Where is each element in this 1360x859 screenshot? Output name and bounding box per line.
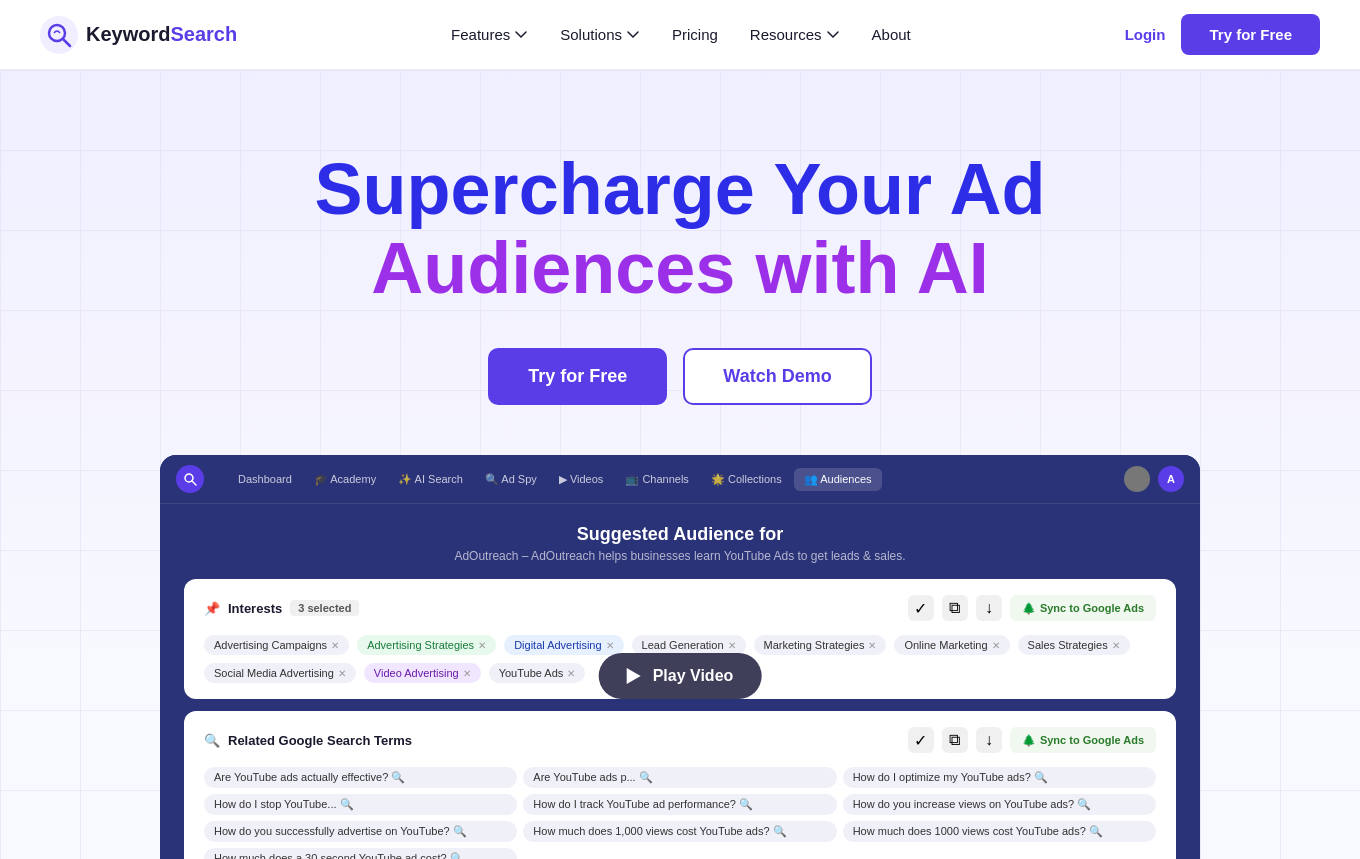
play-icon bbox=[627, 668, 641, 684]
term-1: Are YouTube ads actually effective? 🔍 bbox=[204, 767, 517, 788]
related-terms-header: 🔍 Related Google Search Terms ✓ ⧉ ↓ 🌲 Sy… bbox=[204, 727, 1156, 753]
tag-lead-generation: Lead Generation ✕ bbox=[632, 635, 746, 655]
app-topbar: Dashboard 🎓 Academy ✨ AI Search 🔍 Ad Spy… bbox=[160, 455, 1200, 504]
try-free-hero-button[interactable]: Try for Free bbox=[488, 348, 667, 405]
tag-social-media-advertising: Social Media Advertising ✕ bbox=[204, 663, 356, 683]
related-terms-card: 🔍 Related Google Search Terms ✓ ⧉ ↓ 🌲 Sy… bbox=[184, 711, 1176, 859]
navbar: KeywordSearch Features Solutions Pricing… bbox=[0, 0, 1360, 70]
related-check-action[interactable]: ✓ bbox=[908, 727, 934, 753]
hero-section: Supercharge Your Ad Audiences with AI Tr… bbox=[0, 70, 1360, 859]
nav-features[interactable]: Features bbox=[451, 26, 528, 43]
tag-marketing-strategies: Marketing Strategies ✕ bbox=[754, 635, 887, 655]
hero-content: Supercharge Your Ad Audiences with AI Tr… bbox=[40, 150, 1320, 859]
related-sync-button[interactable]: 🌲 Sync to Google Ads bbox=[1010, 727, 1156, 753]
app-preview: Dashboard 🎓 Academy ✨ AI Search 🔍 Ad Spy… bbox=[160, 455, 1200, 859]
term-4: How do I stop YouTube... 🔍 bbox=[204, 794, 517, 815]
tag-sales-strategies: Sales Strategies ✕ bbox=[1018, 635, 1130, 655]
interests-download-action[interactable]: ↓ bbox=[976, 595, 1002, 621]
term-10: How much does a 30 second YouTube ad cos… bbox=[204, 848, 517, 859]
app-nav-videos[interactable]: ▶ Videos bbox=[549, 468, 614, 491]
app-nav-audiences[interactable]: 👥 Audiences bbox=[794, 468, 882, 491]
app-section-title: Suggested Audience for bbox=[184, 524, 1176, 545]
interests-count-badge: 3 selected bbox=[290, 600, 359, 616]
app-nav-academy[interactable]: 🎓 Academy bbox=[304, 468, 386, 491]
app-logo-area bbox=[176, 465, 204, 493]
app-preview-wrapper: Dashboard 🎓 Academy ✨ AI Search 🔍 Ad Spy… bbox=[40, 455, 1320, 859]
interests-title: 📌 Interests 3 selected bbox=[204, 600, 359, 616]
app-nav-items: Dashboard 🎓 Academy ✨ AI Search 🔍 Ad Spy… bbox=[228, 468, 1124, 491]
app-section-sub: AdOutreach – AdOutreach helps businesses… bbox=[184, 549, 1176, 563]
term-2: Are YouTube ads p... 🔍 bbox=[523, 767, 836, 788]
logo-link[interactable]: KeywordSearch bbox=[40, 16, 237, 54]
related-download-action[interactable]: ↓ bbox=[976, 727, 1002, 753]
try-free-nav-button[interactable]: Try for Free bbox=[1181, 14, 1320, 55]
interests-sync-button[interactable]: 🌲 Sync to Google Ads bbox=[1010, 595, 1156, 621]
term-9: How much does 1000 views cost YouTube ad… bbox=[843, 821, 1156, 842]
svg-point-0 bbox=[40, 16, 78, 54]
interests-check-action[interactable]: ✓ bbox=[908, 595, 934, 621]
hero-headline: Supercharge Your Ad Audiences with AI bbox=[230, 150, 1130, 308]
play-video-button[interactable]: Play Video bbox=[599, 653, 762, 699]
term-8: How much does 1,000 views cost YouTube a… bbox=[523, 821, 836, 842]
tag-advertising-campaigns: Advertising Campaigns ✕ bbox=[204, 635, 349, 655]
app-avatar-globe bbox=[1124, 466, 1150, 492]
related-terms-actions: ✓ ⧉ ↓ 🌲 Sync to Google Ads bbox=[908, 727, 1156, 753]
logo-text: KeywordSearch bbox=[86, 23, 237, 46]
nav-actions: Login Try for Free bbox=[1125, 14, 1320, 55]
interests-card-actions: ✓ ⧉ ↓ 🌲 Sync to Google Ads bbox=[908, 595, 1156, 621]
tag-video-advertising: Video Advertising ✕ bbox=[364, 663, 481, 683]
term-7: How do you successfully advertise on You… bbox=[204, 821, 517, 842]
tag-advertising-strategies: Advertising Strategies ✕ bbox=[357, 635, 496, 655]
login-button[interactable]: Login bbox=[1125, 26, 1166, 43]
hero-buttons: Try for Free Watch Demo bbox=[40, 348, 1320, 405]
interests-card-header: 📌 Interests 3 selected ✓ ⧉ ↓ 🌲 Sync bbox=[204, 595, 1156, 621]
nav-links: Features Solutions Pricing Resources Abo… bbox=[451, 26, 911, 43]
nav-resources[interactable]: Resources bbox=[750, 26, 840, 43]
term-3: How do I optimize my YouTube ads? 🔍 bbox=[843, 767, 1156, 788]
interests-copy-action[interactable]: ⧉ bbox=[942, 595, 968, 621]
term-6: How do you increase views on YouTube ads… bbox=[843, 794, 1156, 815]
app-logo-circle bbox=[176, 465, 204, 493]
watch-demo-button[interactable]: Watch Demo bbox=[683, 348, 871, 405]
related-terms-title: 🔍 Related Google Search Terms bbox=[204, 733, 412, 748]
app-nav-ai-search[interactable]: ✨ AI Search bbox=[388, 468, 473, 491]
app-nav-dashboard[interactable]: Dashboard bbox=[228, 468, 302, 491]
tag-youtube-ads: YouTube Ads ✕ bbox=[489, 663, 586, 683]
related-copy-action[interactable]: ⧉ bbox=[942, 727, 968, 753]
logo-icon bbox=[40, 16, 78, 54]
svg-line-4 bbox=[192, 481, 196, 485]
tag-digital-advertising: Digital Advertising ✕ bbox=[504, 635, 623, 655]
app-user-area: A bbox=[1124, 466, 1184, 492]
video-overlay: Play Video bbox=[599, 653, 762, 699]
app-avatar-user: A bbox=[1158, 466, 1184, 492]
nav-solutions[interactable]: Solutions bbox=[560, 26, 640, 43]
term-5: How do I track YouTube ad performance? 🔍 bbox=[523, 794, 836, 815]
related-terms-grid: Are YouTube ads actually effective? 🔍 Ar… bbox=[204, 767, 1156, 859]
nav-pricing[interactable]: Pricing bbox=[672, 26, 718, 43]
tag-online-marketing: Online Marketing ✕ bbox=[894, 635, 1009, 655]
app-nav-channels[interactable]: 📺 Channels bbox=[615, 468, 699, 491]
app-nav-collections[interactable]: 🌟 Collections bbox=[701, 468, 792, 491]
nav-about[interactable]: About bbox=[872, 26, 911, 43]
app-nav-ad-spy[interactable]: 🔍 Ad Spy bbox=[475, 468, 547, 491]
